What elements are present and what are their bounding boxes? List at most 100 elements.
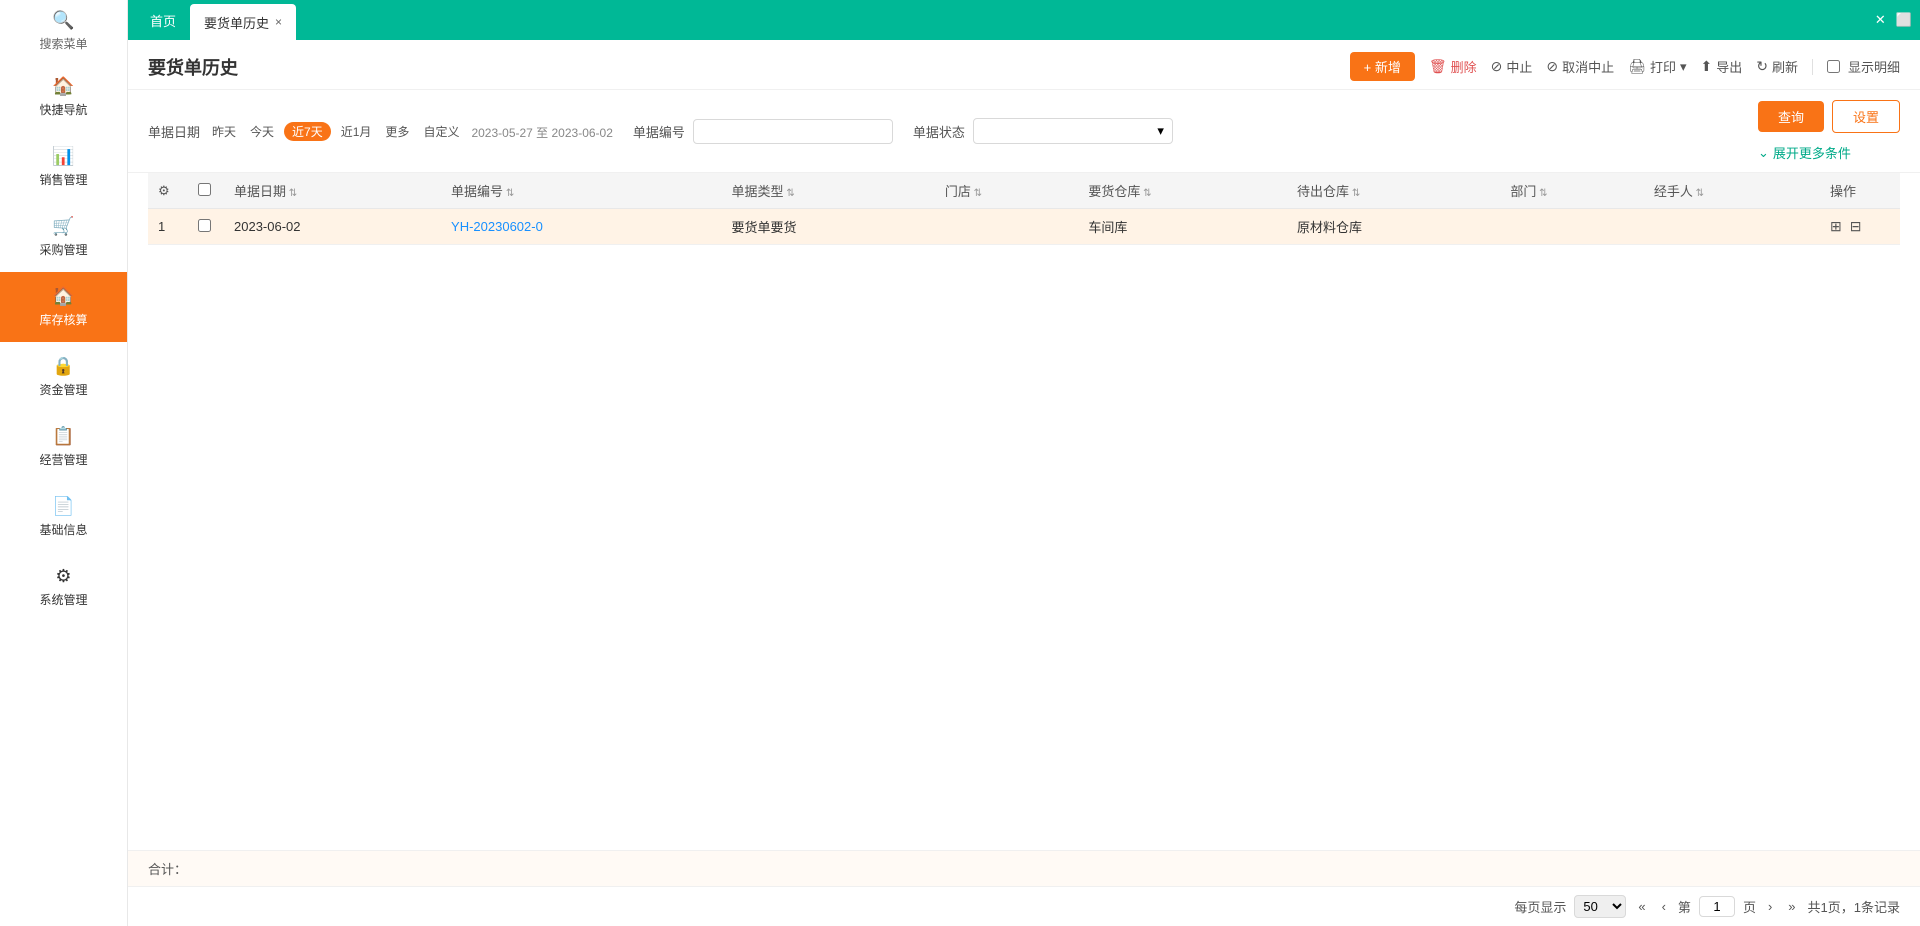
filter-status-group: 单据状态 ▾	[913, 118, 1173, 144]
row-checkbox[interactable]	[198, 219, 211, 232]
cell-department	[1500, 209, 1643, 245]
print-dropdown-icon[interactable]: ▾	[1680, 59, 1687, 75]
page-size-select[interactable]: 50 10 20 100	[1574, 895, 1626, 918]
total-label: 合计：	[148, 862, 187, 877]
order-no-link[interactable]: YH-20230602-0	[451, 219, 543, 234]
tab-bar: 首页 要货单历史 × ✕ ⬜	[128, 0, 1920, 40]
more-icon[interactable]: ⊟	[1850, 218, 1862, 235]
shortcut-7days[interactable]: 近7天	[284, 122, 331, 141]
sidebar-search[interactable]: 🔍 搜索菜单	[0, 0, 127, 62]
cancel-stop-button[interactable]: ⊘ 取消中止	[1546, 57, 1614, 76]
status-select[interactable]	[982, 124, 1157, 139]
page-input[interactable]	[1699, 896, 1735, 917]
sidebar-search-label: 搜索菜单	[39, 35, 87, 52]
page-title: 要货单历史	[148, 54, 238, 80]
sidebar-item-quick-nav[interactable]: 🏠 快捷导航	[0, 62, 127, 132]
date-filter-label: 单据日期	[148, 122, 200, 141]
window-maximize-icon[interactable]: ⬜	[1896, 12, 1912, 28]
edit-icon[interactable]: ⊞	[1830, 218, 1842, 235]
refresh-label: 刷新	[1772, 57, 1798, 76]
sidebar-item-finance[interactable]: 🔒 资金管理	[0, 342, 127, 412]
filter-order-num-group: 单据编号	[633, 119, 893, 144]
prev-page-button[interactable]: ‹	[1658, 897, 1670, 916]
col-order-type[interactable]: 单据类型	[722, 173, 935, 209]
shortcut-today[interactable]: 今天	[246, 122, 278, 141]
shortcut-yesterday[interactable]: 昨天	[208, 122, 240, 141]
filter-area: 单据日期 昨天 今天 近7天 近1月 更多 自定义 2023-05-27 至 2…	[128, 90, 1920, 173]
show-detail-button[interactable]: 显示明细	[1827, 57, 1900, 76]
finance-icon: 🔒	[52, 356, 74, 377]
col-date[interactable]: 单据日期	[224, 173, 441, 209]
sidebar-label-quick-nav: 快捷导航	[39, 101, 87, 118]
status-select-wrapper: ▾	[973, 118, 1173, 144]
sidebar-item-operations[interactable]: 📋 经营管理	[0, 412, 127, 482]
sidebar-item-purchase[interactable]: 🛒 采购管理	[0, 202, 127, 272]
first-page-button[interactable]: «	[1634, 897, 1649, 916]
stop-button[interactable]: ⊘ 中止	[1491, 57, 1533, 76]
delete-button[interactable]: 🗑 删除	[1429, 57, 1477, 76]
stop-icon: ⊘	[1491, 58, 1503, 75]
filter-date-group: 单据日期 昨天 今天 近7天 近1月 更多 自定义 2023-05-27 至 2…	[148, 122, 613, 141]
search-icon: 🔍	[52, 10, 74, 31]
tab-requisition-label: 要货单历史	[204, 13, 269, 32]
print-button[interactable]: 🖨 打印 ▾	[1628, 57, 1686, 76]
basic-info-icon: 📄	[52, 496, 74, 517]
page-size-label: 每页显示	[1514, 897, 1566, 916]
col-store[interactable]: 门店	[935, 173, 1078, 209]
select-dropdown-icon: ▾	[1157, 123, 1164, 139]
sidebar-label-finance: 资金管理	[39, 381, 87, 398]
expand-conditions-button[interactable]: ⌄ 展开更多条件	[1758, 143, 1851, 162]
sidebar-item-inventory[interactable]: 🏠 库存核算	[0, 272, 127, 342]
select-all-checkbox[interactable]	[198, 183, 211, 196]
shortcut-1month[interactable]: 近1月	[337, 122, 376, 141]
cell-checkbox[interactable]	[188, 209, 224, 245]
col-pending-warehouse[interactable]: 待出仓库	[1287, 173, 1500, 209]
export-button[interactable]: ⬆ 导出	[1700, 57, 1742, 76]
date-range-display: 2023-05-27 至 2023-06-02	[471, 124, 612, 141]
export-label: 导出	[1716, 57, 1742, 76]
cell-date: 2023-06-02	[224, 209, 441, 245]
col-settings[interactable]: ⚙	[148, 173, 188, 209]
cell-pending-warehouse: 原材料仓库	[1287, 209, 1500, 245]
show-detail-label: 显示明细	[1848, 57, 1900, 76]
cell-order-no[interactable]: YH-20230602-0	[441, 209, 722, 245]
col-order-no[interactable]: 单据编号	[441, 173, 722, 209]
jump-label: 第	[1678, 897, 1691, 916]
order-num-label: 单据编号	[633, 122, 685, 141]
toolbar: + 新增 🗑 删除 ⊘ 中止 ⊘ 取消中止 🖨 打印 ▾	[1350, 52, 1900, 81]
sidebar: 🔍 搜索菜单 🏠 快捷导航 📊 销售管理 🛒 采购管理 🏠 库存核算 🔒 资金管…	[0, 0, 128, 926]
main-area: 首页 要货单历史 × ✕ ⬜ 要货单历史 + 新增 🗑 删除 ⊘	[128, 0, 1920, 926]
tab-requisition-history[interactable]: 要货单历史 ×	[190, 4, 296, 40]
tab-home[interactable]: 首页	[136, 0, 190, 40]
system-icon: ⚙	[55, 566, 71, 587]
sidebar-item-basic-info[interactable]: 📄 基础信息	[0, 482, 127, 552]
order-num-input[interactable]	[693, 119, 893, 144]
expand-icon: ⌄	[1758, 145, 1769, 161]
next-page-button[interactable]: ›	[1764, 897, 1776, 916]
col-department[interactable]: 部门	[1500, 173, 1643, 209]
toolbar-divider	[1812, 59, 1813, 75]
last-page-button[interactable]: »	[1784, 897, 1799, 916]
data-table: ⚙ 单据日期 单据编号 单据类型 门店 要货仓库 待出仓库 部门 经手人 操作	[148, 173, 1900, 245]
stop-label: 中止	[1506, 57, 1532, 76]
shortcut-more[interactable]: 更多	[381, 122, 413, 141]
filter-row-1: 单据日期 昨天 今天 近7天 近1月 更多 自定义 2023-05-27 至 2…	[148, 100, 1900, 162]
sidebar-item-system[interactable]: ⚙ 系统管理	[0, 552, 127, 622]
sidebar-item-sales[interactable]: 📊 销售管理	[0, 132, 127, 202]
query-button[interactable]: 查询	[1758, 101, 1824, 132]
col-checkbox[interactable]	[188, 173, 224, 209]
new-button[interactable]: + 新增	[1350, 52, 1415, 81]
tab-close-icon[interactable]: ×	[275, 15, 282, 29]
col-req-warehouse[interactable]: 要货仓库	[1078, 173, 1287, 209]
cancel-stop-label: 取消中止	[1562, 57, 1614, 76]
page-header: 要货单历史 + 新增 🗑 删除 ⊘ 中止 ⊘ 取消中止 🖨	[128, 40, 1920, 90]
refresh-button[interactable]: ↻ 刷新	[1756, 57, 1798, 76]
col-operation: 操作	[1820, 173, 1900, 209]
shortcut-custom[interactable]: 自定义	[419, 122, 463, 141]
col-handler[interactable]: 经手人	[1644, 173, 1820, 209]
tab-bar-right: ✕ ⬜	[1875, 12, 1912, 28]
show-detail-checkbox[interactable]	[1827, 60, 1840, 73]
window-close-icon[interactable]: ✕	[1875, 12, 1886, 28]
setting-button[interactable]: 设置	[1832, 100, 1900, 133]
tab-home-label: 首页	[150, 11, 176, 30]
